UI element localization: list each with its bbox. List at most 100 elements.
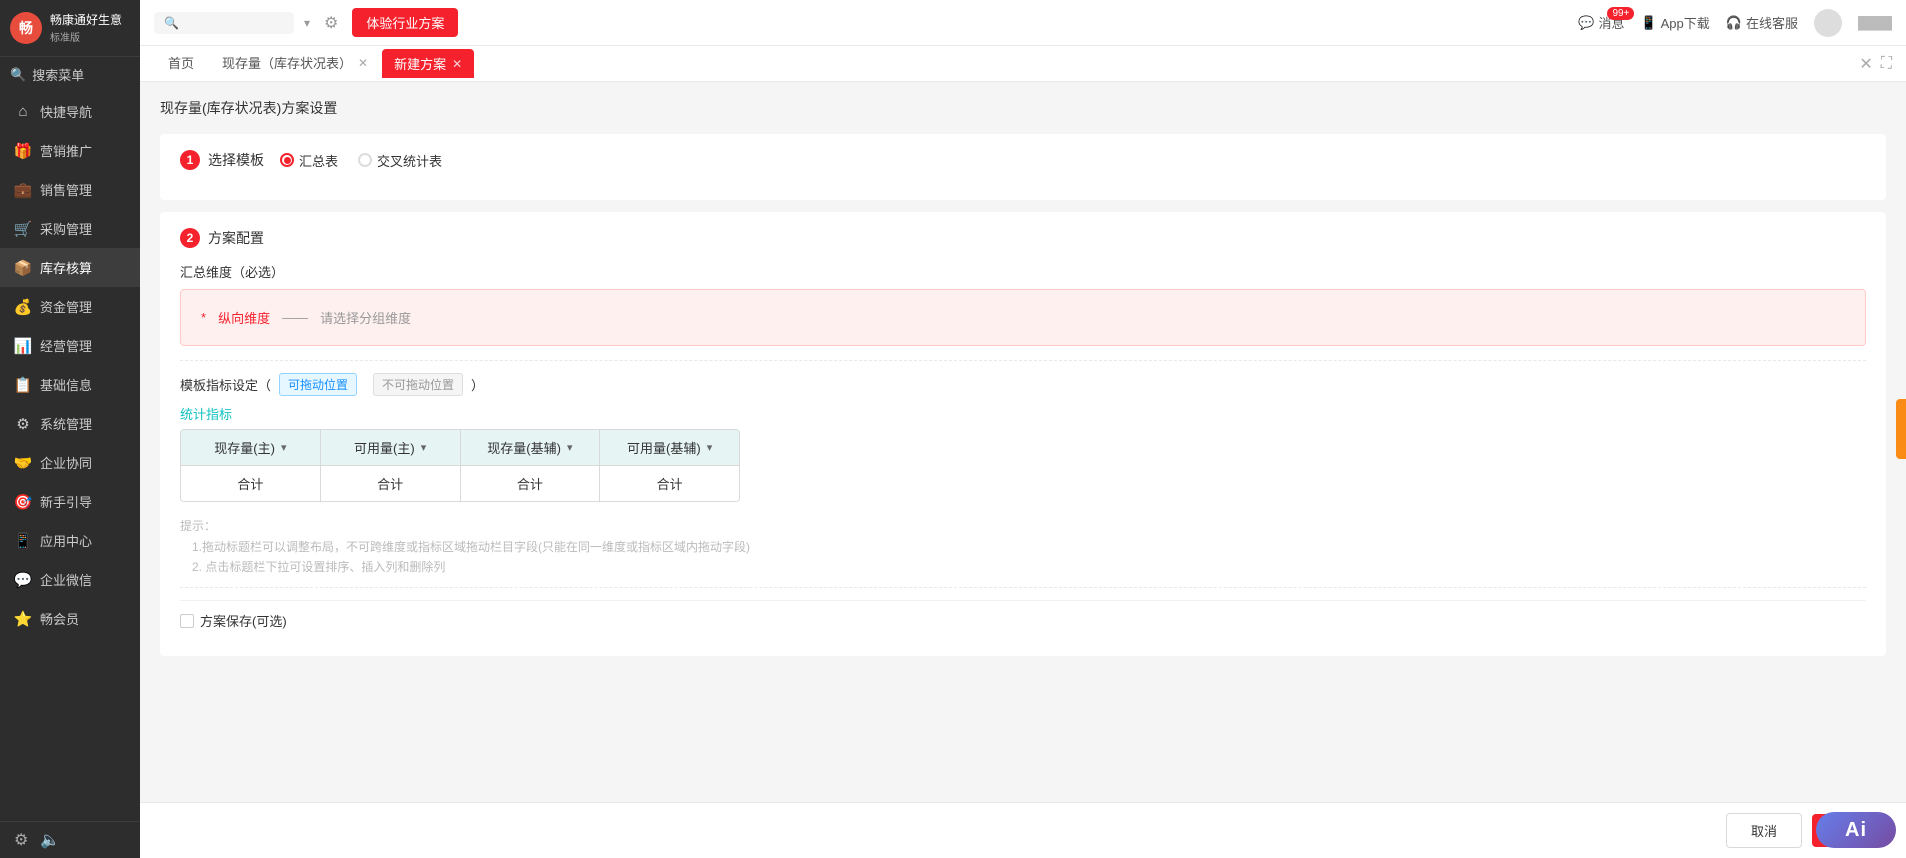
sidebar-item-purchase[interactable]: 🛒 采购管理 (0, 209, 140, 248)
member-icon: ⭐ (14, 610, 32, 628)
guide-icon: 🎯 (14, 493, 32, 511)
stats-col-3: 可用量(基辅) ▾ 合计 (600, 430, 739, 501)
tab-new-scheme[interactable]: 新建方案 ✕ (382, 49, 474, 78)
sound-icon[interactable]: 🔈 (40, 830, 60, 850)
tab-inventory[interactable]: 现存量（库存状况表） ✕ (208, 47, 382, 80)
sidebar-item-system[interactable]: ⚙ 系统管理 (0, 404, 140, 443)
app-icon: 📱 (14, 532, 32, 550)
topbar-right: 💬 消息 99+ 📱 App下载 🎧 在线客服 ████ (1578, 9, 1892, 37)
radio-summary-dot (280, 153, 294, 167)
sidebar-logo: 畅 畅康通好生意 标准版 (0, 0, 140, 57)
chevron-down-icon-3: ▾ (707, 441, 713, 454)
radio-summary[interactable]: 汇总表 (280, 151, 338, 170)
stats-col-1-header-label: 可用量(主) (354, 438, 415, 457)
gift-icon: 🎁 (14, 142, 32, 160)
app-download-btn[interactable]: 📱 App下载 (1640, 13, 1709, 32)
dimension-placeholder: 请选择分组维度 (320, 308, 411, 327)
message-icon: 💬 (1578, 15, 1594, 31)
app-name: 畅康通好生意 (50, 12, 122, 29)
sidebar-item-label: 库存核算 (40, 258, 92, 277)
sidebar-footer: ⚙ 🔈 (0, 821, 140, 858)
stats-table: 现存量(主) ▾ 合计 可用量(主) ▾ 合计 (180, 429, 740, 502)
dimension-area[interactable]: * 纵向维度 —— 请选择分组维度 (180, 289, 1866, 346)
template-radio-group: 汇总表 交叉统计表 (280, 151, 442, 170)
user-avatar[interactable] (1814, 9, 1842, 37)
step1-title: 选择模板 (208, 150, 264, 170)
chevron-down-icon-2: ▾ (567, 441, 573, 454)
indicator-chip-movable: 可拖动位置 (279, 373, 357, 396)
sidebar-item-quick-nav[interactable]: ⌂ 快捷导航 (0, 92, 140, 131)
sidebar-item-label: 快捷导航 (40, 102, 92, 121)
sidebar-nav: ⌂ 快捷导航 🎁 营销推广 💼 销售管理 🛒 采购管理 📦 库存核算 💰 资金管… (0, 92, 140, 821)
step1-card: 1 选择模板 汇总表 交叉统计表 (160, 134, 1886, 200)
step2-card: 2 方案配置 汇总维度（必选） * 纵向维度 —— 请选择分组维度 模板指标设定… (160, 212, 1886, 656)
step1-badge: 1 (180, 150, 200, 170)
cart-icon: 🛒 (14, 220, 32, 238)
sidebar-search-menu[interactable]: 🔍 搜索菜单 (0, 57, 140, 92)
wechat-icon: 💬 (14, 571, 32, 589)
app-edition: 标准版 (50, 29, 122, 44)
radio-summary-label: 汇总表 (299, 151, 338, 170)
industry-btn[interactable]: 体验行业方案 (352, 8, 458, 37)
sidebar-item-business[interactable]: 📊 经营管理 (0, 326, 140, 365)
stats-col-2-header-label: 现存量(基辅) (487, 438, 561, 457)
close-window-btn[interactable]: ✕ (1859, 54, 1872, 74)
expand-window-btn[interactable]: ⛶ (1881, 55, 1892, 73)
ai-badge[interactable]: Ai (1816, 812, 1896, 848)
stats-col-1-header[interactable]: 可用量(主) ▾ (321, 430, 460, 466)
topbar-gear-icon[interactable]: ⚙ (324, 13, 338, 33)
tips-item-1: 2. 点击标题栏下拉可设置排序、插入列和删除列 (180, 558, 1866, 575)
home-icon: ⌂ (14, 103, 32, 121)
sidebar: 畅 畅康通好生意 标准版 🔍 搜索菜单 ⌂ 快捷导航 🎁 营销推广 💼 销售管理… (0, 0, 140, 858)
topbar-search[interactable]: 🔍 (154, 12, 294, 34)
stats-col-3-header[interactable]: 可用量(基辅) ▾ (600, 430, 739, 466)
stats-col-2-header[interactable]: 现存量(基辅) ▾ (461, 430, 600, 466)
sidebar-item-enterprise-collab[interactable]: 🤝 企业协同 (0, 443, 140, 482)
chevron-down-icon-0: ▾ (281, 441, 287, 454)
sidebar-item-app-center[interactable]: 📱 应用中心 (0, 521, 140, 560)
indicator-settings-text: 模板指标设定（ (180, 375, 271, 394)
tips-title: 提示： (180, 517, 1866, 534)
dimension-dash: —— (282, 310, 308, 325)
tab-new-scheme-label: 新建方案 (394, 54, 446, 73)
sidebar-item-new-guide[interactable]: 🎯 新手引导 (0, 482, 140, 521)
dimension-required-star: * (201, 310, 206, 325)
tab-new-scheme-close[interactable]: ✕ (452, 57, 462, 71)
sidebar-item-finance[interactable]: 💰 资金管理 (0, 287, 140, 326)
tips-area: 提示： 1.拖动标题栏可以调整布局，不可跨维度或指标区域拖动栏目字段(只能在同一… (180, 517, 1866, 575)
sidebar-item-label: 采购管理 (40, 219, 92, 238)
sidebar-item-marketing[interactable]: 🎁 营销推广 (0, 131, 140, 170)
window-controls: ✕ ⛶ (1859, 54, 1892, 74)
sidebar-item-wechat[interactable]: 💬 企业微信 (0, 560, 140, 599)
step2-badge: 2 (180, 228, 200, 248)
save-checkbox-row: 方案保存(可选) (180, 600, 1866, 640)
app-logo-icon: 畅 (10, 12, 42, 44)
mobile-icon: 📱 (1640, 15, 1656, 31)
sidebar-item-member[interactable]: ⭐ 畅会员 (0, 599, 140, 638)
save-checkbox[interactable] (180, 614, 194, 628)
sidebar-item-basic-info[interactable]: 📋 基础信息 (0, 365, 140, 404)
stats-col-2: 现存量(基辅) ▾ 合计 (461, 430, 601, 501)
sidebar-item-label: 应用中心 (40, 531, 92, 550)
stats-col-0-header[interactable]: 现存量(主) ▾ (181, 430, 320, 466)
sidebar-item-sales[interactable]: 💼 销售管理 (0, 170, 140, 209)
finance-icon: 💰 (14, 298, 32, 316)
sidebar-item-label: 企业微信 (40, 570, 92, 589)
right-panel-handle[interactable] (1896, 399, 1906, 459)
indicator-chip-fixed: 不可拖动位置 (373, 373, 463, 396)
radio-cross-dot (358, 153, 372, 167)
settings-footer-icon[interactable]: ⚙ (14, 830, 28, 850)
sidebar-item-inventory[interactable]: 📦 库存核算 (0, 248, 140, 287)
stats-col-0: 现存量(主) ▾ 合计 (181, 430, 321, 501)
app-download-label: App下载 (1661, 13, 1710, 32)
online-service-btn[interactable]: 🎧 在线客服 (1726, 13, 1798, 32)
message-btn[interactable]: 💬 消息 99+ (1578, 13, 1624, 32)
divider1 (180, 360, 1866, 361)
tips-item-0: 1.拖动标题栏可以调整布局，不可跨维度或指标区域拖动栏目字段(只能在同一维度或指… (180, 538, 1866, 555)
tab-inventory-close[interactable]: ✕ (358, 56, 368, 70)
tab-home[interactable]: 首页 (154, 47, 208, 80)
topbar-chevron-icon[interactable]: ▾ (304, 16, 310, 30)
radio-cross[interactable]: 交叉统计表 (358, 151, 442, 170)
sidebar-item-label: 畅会员 (40, 609, 79, 628)
cancel-button[interactable]: 取消 (1726, 813, 1802, 848)
